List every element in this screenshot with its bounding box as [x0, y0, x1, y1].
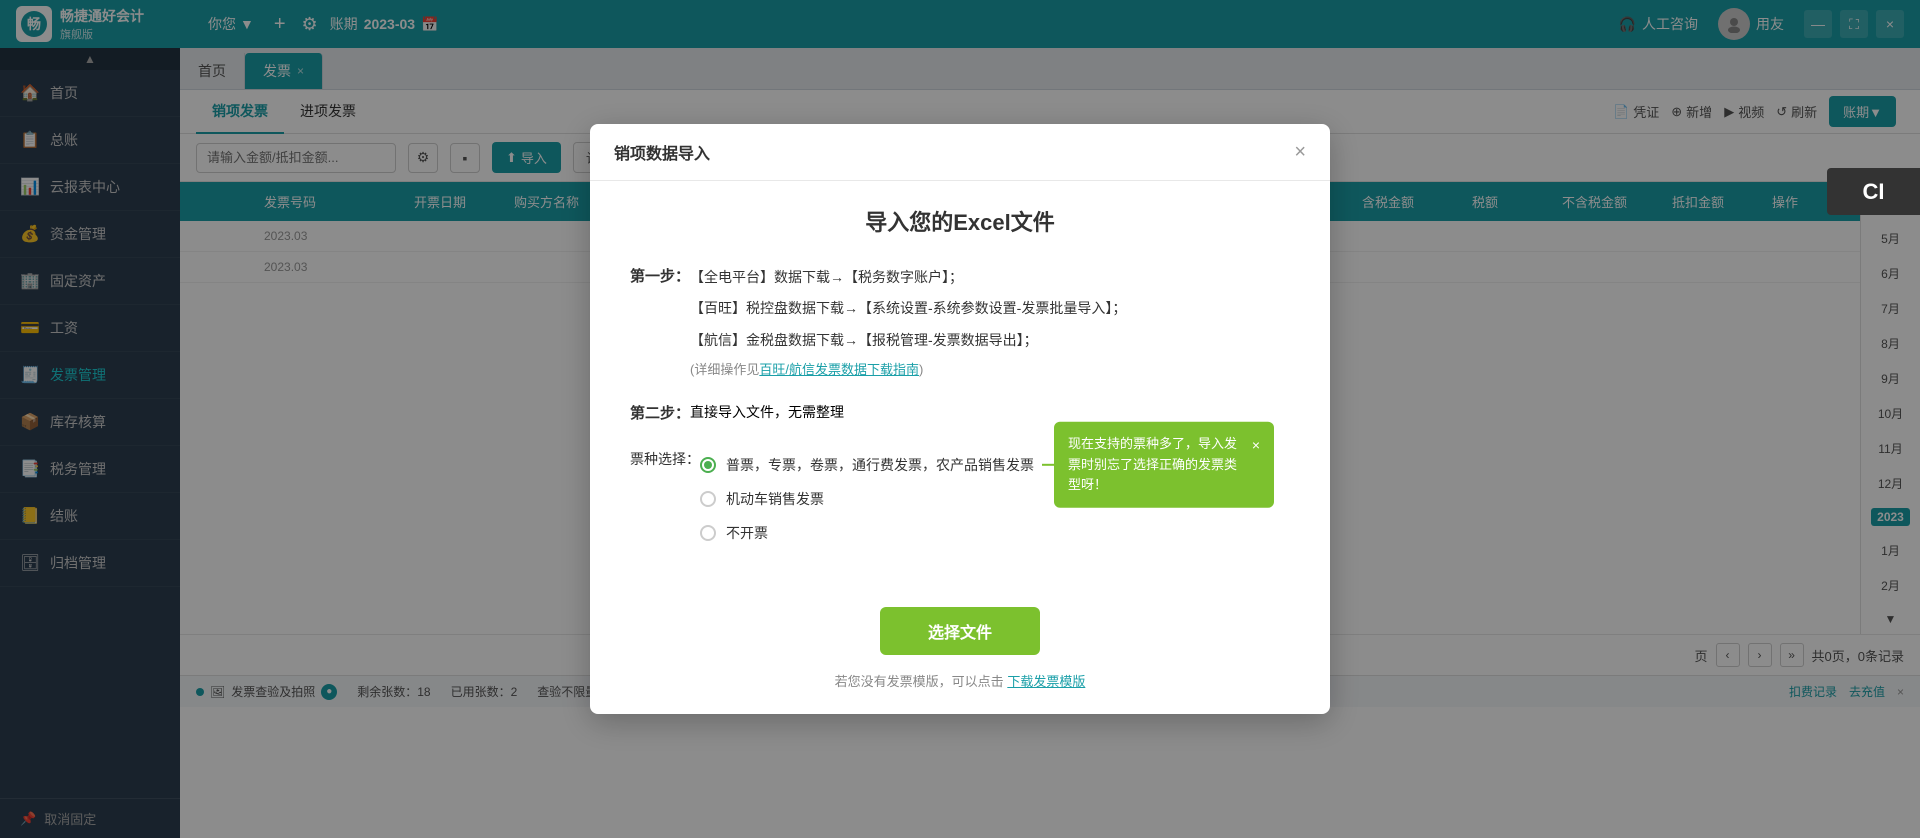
download-guide-link[interactable]: 百旺/航信发票数据下载指南: [759, 362, 919, 377]
ticket-selection-block: 票种选择： 普票，专票，卷票，通行费发票，农产品销售发票 × 现在支持的票种多了…: [630, 447, 1290, 543]
radio-dot-1: [700, 457, 716, 473]
ticket-label: 票种选择：: [630, 447, 700, 469]
radio-item-2[interactable]: 机动车销售发票: [700, 489, 1034, 509]
step1-note: (详细操作见百旺/航信发票数据下载指南): [690, 359, 1126, 378]
modal-big-title: 导入您的Excel文件: [630, 205, 1290, 237]
step1-block: 第一步： 【全电平台】数据下载→【税务数字账户】； 【百旺】税控盘数据下载→【系…: [630, 265, 1290, 378]
step2-label: 第二步：: [630, 402, 690, 423]
step1-line-3: 【航信】金税盘数据下载→【报税管理-发票数据导出】；: [690, 328, 1126, 353]
radio-item-3[interactable]: 不开票: [700, 523, 1034, 543]
radio-item-1[interactable]: 普票，专票，卷票，通行费发票，农产品销售发票 × 现在支持的票种多了，导入发票时…: [700, 455, 1034, 475]
import-modal: 销项数据导入 × 导入您的Excel文件 第一步： 【全电平台】数据下载→【税务…: [590, 124, 1330, 714]
radio-dot-2: [700, 491, 716, 507]
radio-dot-3: [700, 525, 716, 541]
tooltip-bubble: × 现在支持的票种多了，导入发票时别忘了选择正确的发票类型呀！: [1054, 422, 1274, 508]
step2-content: 直接导入文件，无需整理: [690, 402, 844, 422]
step1-label: 第一步：: [630, 265, 690, 378]
select-file-btn[interactable]: 选择文件: [880, 607, 1040, 655]
radio-group: 普票，专票，卷票，通行费发票，农产品销售发票 × 现在支持的票种多了，导入发票时…: [700, 455, 1034, 543]
ci-badge: CI: [1827, 168, 1920, 215]
radio-label-3: 不开票: [726, 523, 768, 543]
radio-label-1: 普票，专票，卷票，通行费发票，农产品销售发票: [726, 455, 1034, 475]
modal-body: 导入您的Excel文件 第一步： 【全电平台】数据下载→【税务数字账户】； 【百…: [590, 181, 1330, 591]
modal-footer: 选择文件 若您没有发票模版，可以点击 下载发票模版: [590, 591, 1330, 714]
step1-content: 【全电平台】数据下载→【税务数字账户】； 【百旺】税控盘数据下载→【系统设置-系…: [690, 265, 1126, 378]
radio-label-2: 机动车销售发票: [726, 489, 824, 509]
step1-line-2: 【百旺】税控盘数据下载→【系统设置-系统参数设置-发票批量导入】；: [690, 296, 1126, 321]
download-template-link[interactable]: 下载发票模版: [1007, 674, 1085, 689]
step2-block: 第二步： 直接导入文件，无需整理: [630, 402, 1290, 423]
modal-overlay: 销项数据导入 × 导入您的Excel文件 第一步： 【全电平台】数据下载→【税务…: [0, 0, 1920, 838]
modal-title: 销项数据导入: [614, 140, 710, 164]
tooltip-close-btn[interactable]: ×: [1252, 434, 1260, 456]
modal-header: 销项数据导入 ×: [590, 124, 1330, 181]
modal-close-btn[interactable]: ×: [1294, 142, 1306, 162]
download-hint: 若您没有发票模版，可以点击 下载发票模版: [630, 671, 1290, 690]
step1-line-1: 【全电平台】数据下载→【税务数字账户】；: [690, 265, 1126, 290]
